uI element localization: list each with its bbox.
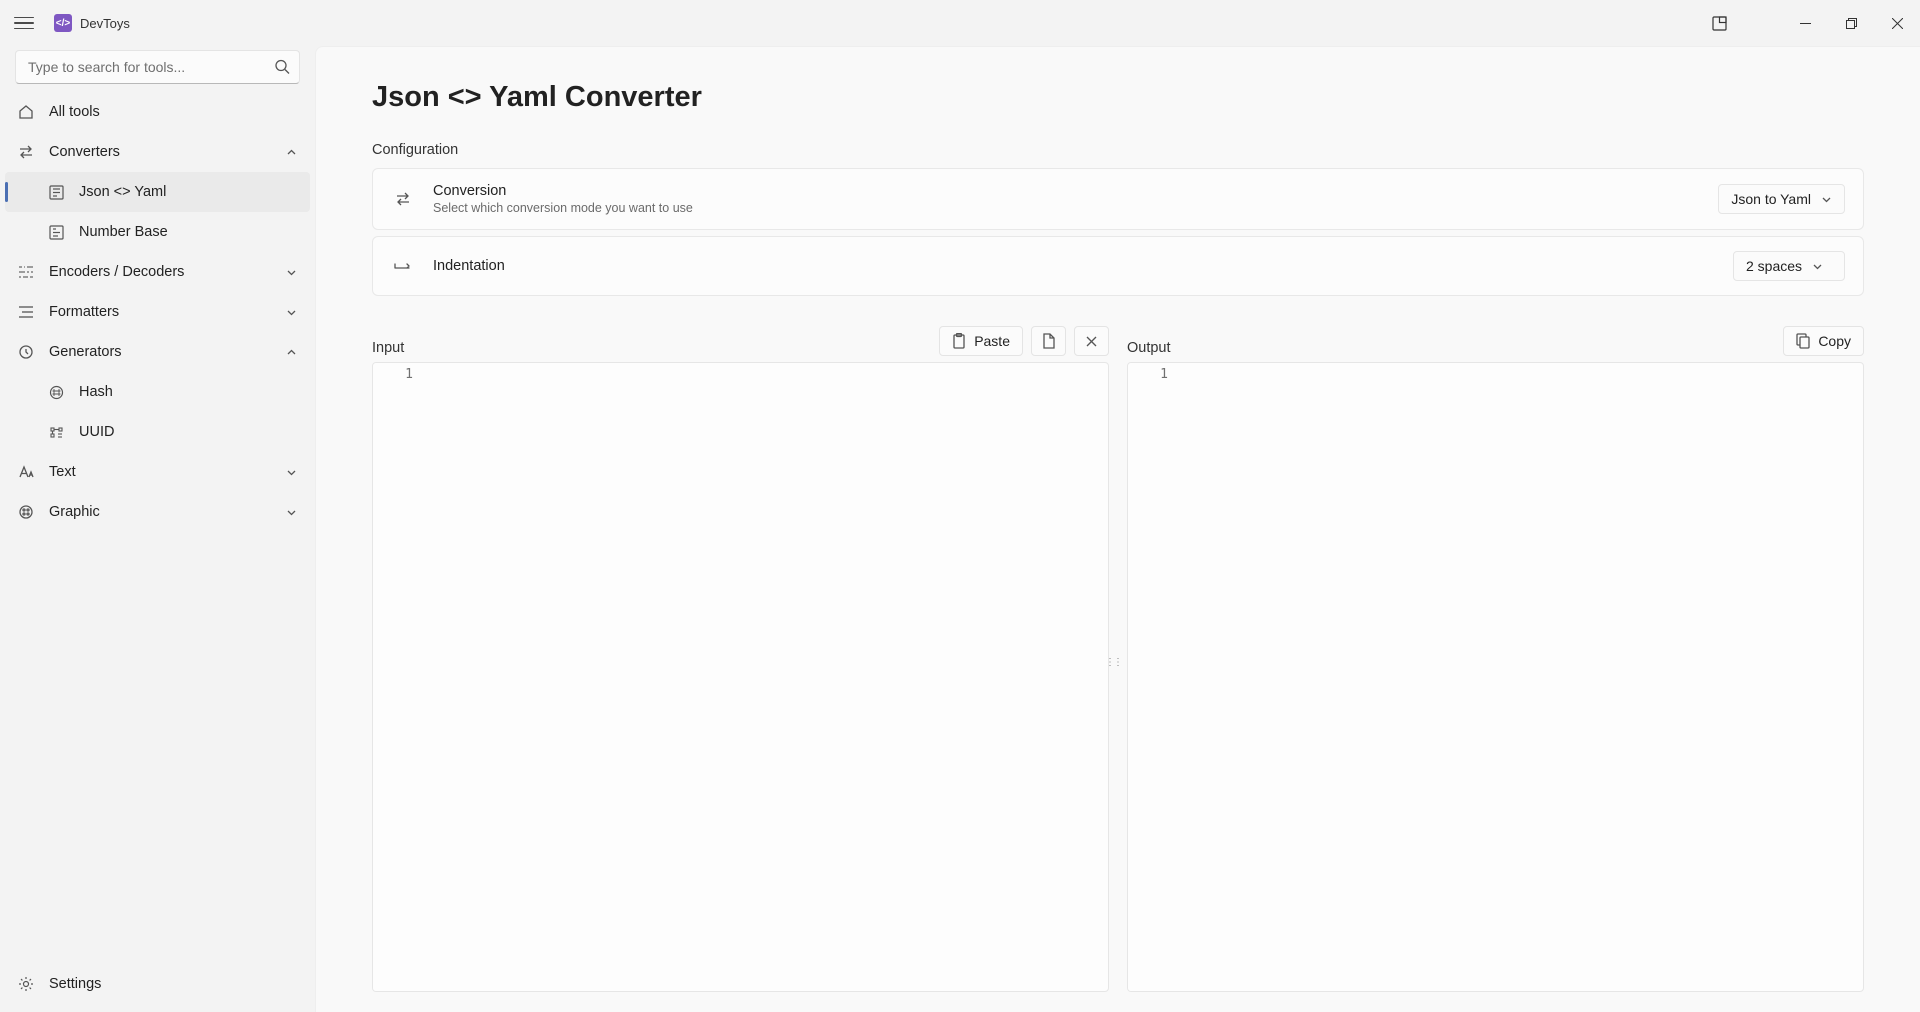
config-row-conversion: Conversion Select which conversion mode … — [372, 168, 1864, 230]
close-button[interactable] — [1874, 7, 1920, 39]
generators-icon — [17, 343, 35, 361]
indentation-dropdown[interactable]: 2 spaces — [1733, 251, 1845, 281]
number-base-icon — [47, 223, 65, 241]
main-content: Json <> Yaml Converter Configuration Con… — [315, 46, 1920, 1012]
conversion-mode-dropdown[interactable]: Json to Yaml — [1718, 184, 1845, 214]
formatters-icon — [17, 303, 35, 321]
sidebar-item-generators[interactable]: Generators — [5, 332, 310, 372]
sidebar-item-all-tools[interactable]: All tools — [5, 92, 310, 132]
home-icon — [17, 103, 35, 121]
app-title: DevToys — [80, 16, 130, 31]
close-icon — [1085, 335, 1098, 348]
sidebar: All tools Converters Json <> Yaml — [0, 46, 315, 1012]
input-editor[interactable]: 1 — [372, 362, 1109, 992]
maximize-button[interactable] — [1828, 7, 1874, 39]
sidebar-item-hash[interactable]: Hash — [5, 372, 310, 412]
minimize-button[interactable] — [1782, 7, 1828, 39]
sidebar-item-formatters[interactable]: Formatters — [5, 292, 310, 332]
json-yaml-icon — [47, 183, 65, 201]
gutter-line-number: 1 — [1128, 363, 1176, 991]
paste-button[interactable]: Paste — [939, 326, 1023, 356]
sidebar-item-settings[interactable]: Settings — [5, 964, 310, 1004]
chevron-down-icon — [284, 465, 298, 479]
dropdown-value: 2 spaces — [1746, 258, 1802, 274]
clipboard-icon — [952, 333, 966, 349]
sidebar-item-json-yaml[interactable]: Json <> Yaml — [5, 172, 310, 212]
indentation-icon — [391, 261, 415, 271]
config-row-indentation: Indentation 2 spaces — [372, 236, 1864, 296]
chevron-down-icon — [284, 305, 298, 319]
config-title: Indentation — [433, 258, 1733, 274]
sidebar-item-label: Number Base — [79, 224, 298, 240]
gutter-line-number: 1 — [373, 363, 421, 991]
chevron-up-icon — [284, 345, 298, 359]
sidebar-item-label: All tools — [49, 104, 298, 120]
encoders-icon — [17, 263, 35, 281]
sidebar-item-label: Generators — [49, 344, 284, 360]
sidebar-item-label: Converters — [49, 144, 284, 160]
dropdown-value: Json to Yaml — [1731, 191, 1811, 207]
uuid-icon — [47, 423, 65, 441]
hash-icon — [47, 383, 65, 401]
sidebar-item-label: Settings — [49, 976, 298, 992]
sidebar-item-label: Json <> Yaml — [79, 184, 298, 200]
converters-icon — [17, 143, 35, 161]
sidebar-item-label: Formatters — [49, 304, 284, 320]
app-icon: </> — [54, 14, 72, 32]
copy-button[interactable]: Copy — [1783, 326, 1864, 356]
sidebar-item-text[interactable]: Text — [5, 452, 310, 492]
input-code-area[interactable] — [421, 363, 1108, 991]
output-code-area — [1176, 363, 1863, 991]
hamburger-menu-button[interactable] — [14, 13, 34, 33]
sidebar-item-graphic[interactable]: Graphic — [5, 492, 310, 532]
output-editor[interactable]: 1 — [1127, 362, 1864, 992]
sidebar-item-number-base[interactable]: Number Base — [5, 212, 310, 252]
sidebar-item-label: Encoders / Decoders — [49, 264, 284, 280]
compact-overlay-button[interactable] — [1696, 7, 1742, 39]
chevron-down-icon — [284, 265, 298, 279]
titlebar: </> DevToys — [0, 0, 1920, 46]
search-input[interactable] — [15, 50, 300, 84]
gear-icon — [17, 975, 35, 993]
text-icon — [17, 463, 35, 481]
graphic-icon — [17, 503, 35, 521]
chevron-up-icon — [284, 145, 298, 159]
config-title: Conversion — [433, 183, 1718, 199]
sidebar-item-converters[interactable]: Converters — [5, 132, 310, 172]
clear-button[interactable] — [1074, 326, 1109, 356]
sidebar-item-label: Text — [49, 464, 284, 480]
chevron-down-icon — [1812, 261, 1823, 272]
sidebar-item-encoders[interactable]: Encoders / Decoders — [5, 252, 310, 292]
config-description: Select which conversion mode you want to… — [433, 201, 1718, 215]
input-label: Input — [372, 340, 404, 356]
output-panel: Output Copy 1 — [1127, 322, 1864, 992]
file-icon — [1042, 333, 1055, 349]
input-panel: Input Paste — [372, 322, 1109, 992]
configuration-label: Configuration — [372, 142, 1864, 158]
conversion-icon — [391, 191, 415, 207]
output-label: Output — [1127, 340, 1171, 356]
sidebar-item-label: UUID — [79, 424, 298, 440]
button-label: Copy — [1818, 333, 1851, 349]
copy-icon — [1796, 333, 1810, 349]
search-icon — [275, 60, 290, 75]
sidebar-item-label: Hash — [79, 384, 298, 400]
chevron-down-icon — [1821, 194, 1832, 205]
sidebar-item-label: Graphic — [49, 504, 284, 520]
open-file-button[interactable] — [1031, 326, 1066, 356]
sidebar-item-uuid[interactable]: UUID — [5, 412, 310, 452]
splitter-handle[interactable]: ⋮⋮ — [1105, 657, 1121, 668]
chevron-down-icon — [284, 505, 298, 519]
page-title: Json <> Yaml Converter — [372, 81, 1864, 114]
button-label: Paste — [974, 333, 1010, 349]
